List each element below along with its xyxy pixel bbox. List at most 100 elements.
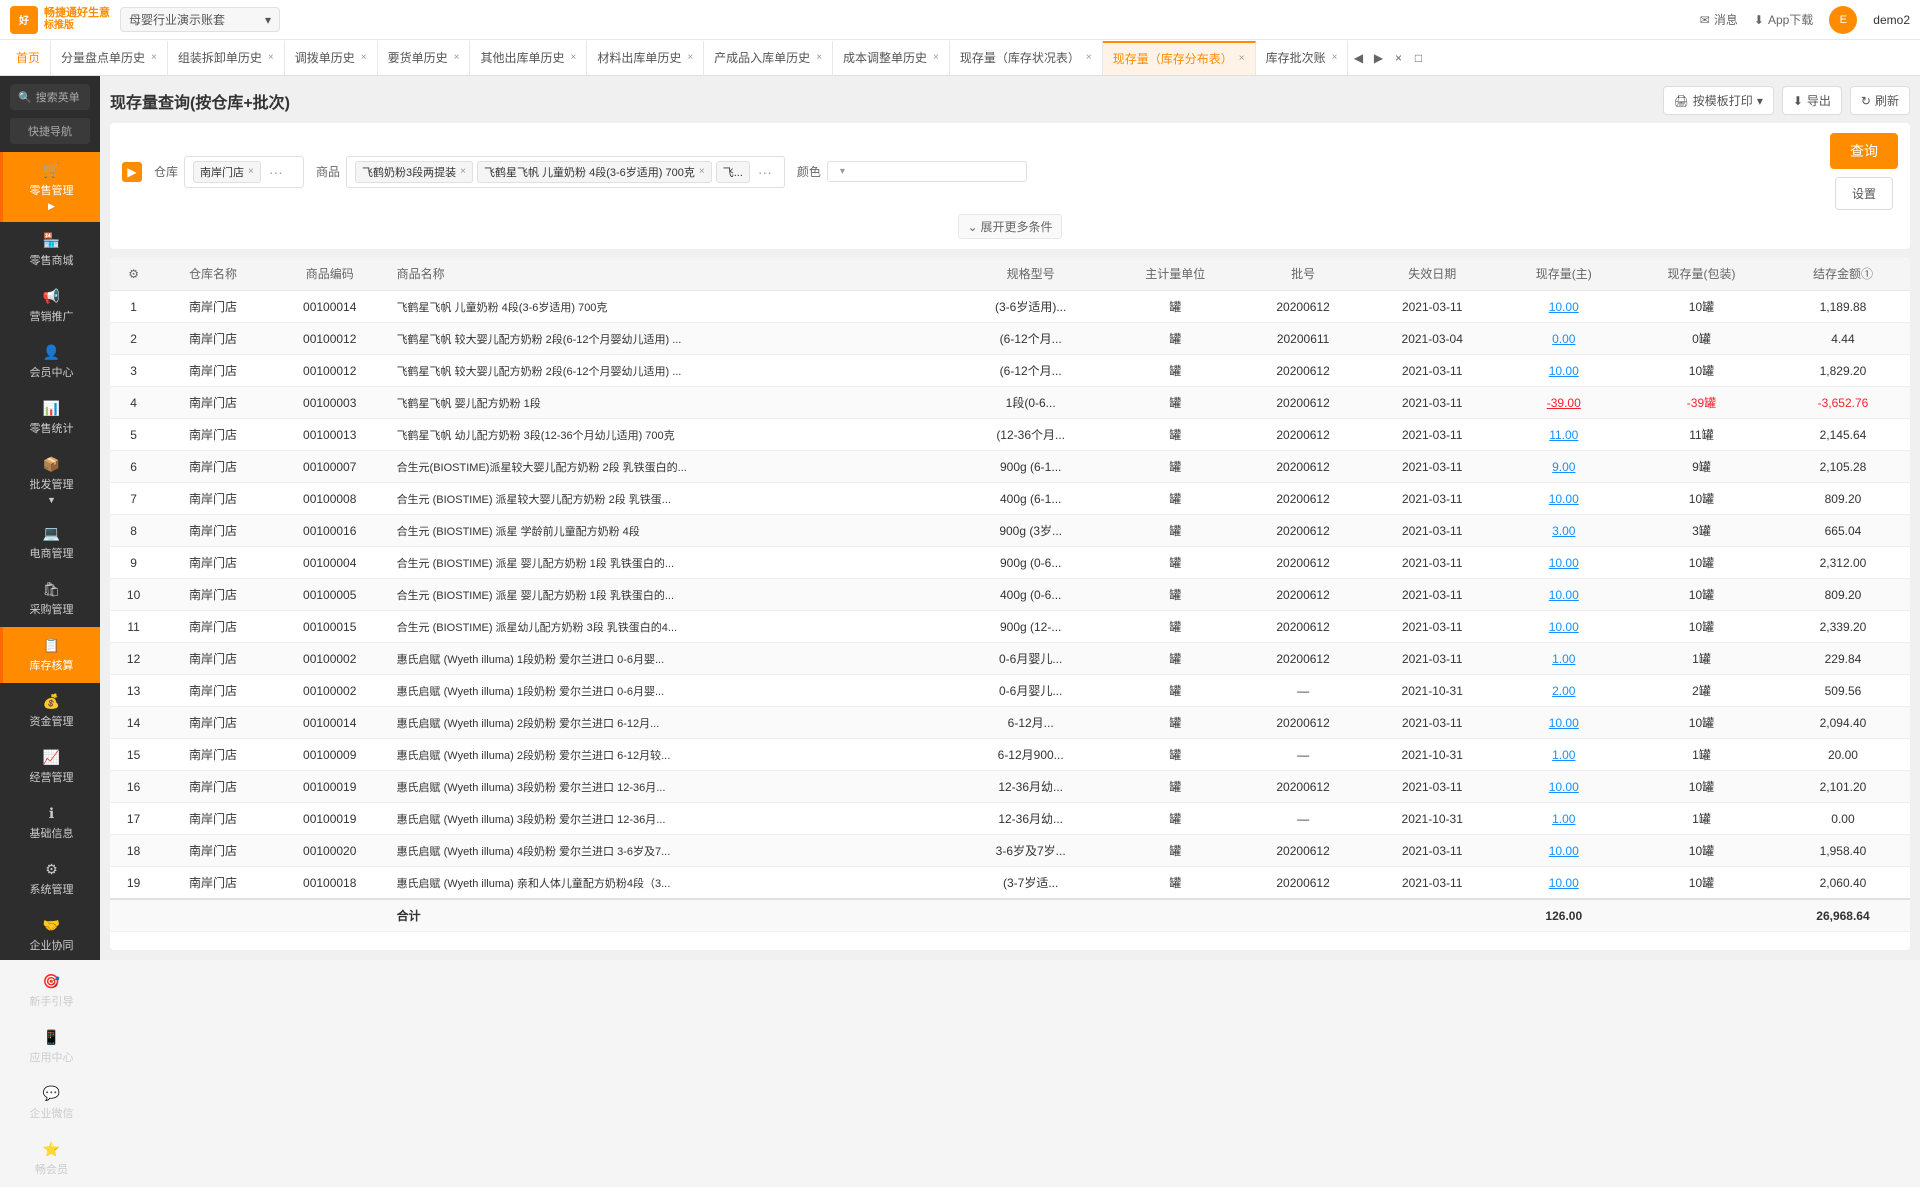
sidebar-item-retail-stats[interactable]: 📊 零售统计 xyxy=(0,390,100,446)
warehouse-tag-close[interactable]: × xyxy=(248,166,254,177)
stock-main-link[interactable]: 10.00 xyxy=(1549,588,1579,602)
sidebar-item-app-center[interactable]: 📱 应用中心 xyxy=(0,1019,100,1075)
stock-main-link[interactable]: 10.00 xyxy=(1549,300,1579,314)
sidebar-item-enterprise-wechat[interactable]: 💬 企业微信 xyxy=(0,1075,100,1131)
tab-close-material-out[interactable]: × xyxy=(687,52,693,63)
tab-close-cost-adjust[interactable]: × xyxy=(933,52,939,63)
sidebar-item-vip[interactable]: ⭐ 畅会员 xyxy=(0,1131,100,1187)
tab-close-dismantle[interactable]: × xyxy=(268,52,274,63)
tab-close-other-out[interactable]: × xyxy=(570,52,576,63)
tab-split-count[interactable]: 分量盘点单历史 × xyxy=(51,41,168,75)
export-button[interactable]: ⬇ 导出 xyxy=(1782,86,1842,115)
sidebar-item-marketing[interactable]: 📢 营销推广 xyxy=(0,278,100,334)
stock-main-link[interactable]: 10.00 xyxy=(1549,716,1579,730)
sidebar-item-basic-info[interactable]: ℹ 基础信息 xyxy=(0,795,100,851)
tab-product-in[interactable]: 产成品入库单历史 × xyxy=(704,41,833,75)
cell-batch: — xyxy=(1242,675,1364,707)
messages-button[interactable]: ✉ 消息 xyxy=(1700,11,1738,28)
product-more-button[interactable]: ··· xyxy=(758,164,772,180)
app-download-button[interactable]: ⬇ App下载 xyxy=(1754,11,1813,28)
stock-main-link[interactable]: 10.00 xyxy=(1549,556,1579,570)
tab-close-requisition[interactable]: × xyxy=(454,52,460,63)
filter-expand-arrow[interactable]: ▶ xyxy=(122,162,142,182)
sidebar-item-retail[interactable]: 🛒 零售管理 ▶ xyxy=(0,152,100,222)
cell-code: 00100012 xyxy=(269,323,391,355)
cell-spec: (12-36个月... xyxy=(953,419,1108,451)
stock-main-link[interactable]: 1.00 xyxy=(1552,812,1575,826)
sidebar-item-system[interactable]: ⚙ 系统管理 xyxy=(0,851,100,907)
org-selector[interactable]: 母婴行业演示账套 ▾ xyxy=(120,7,280,32)
stock-main-link[interactable]: 10.00 xyxy=(1549,492,1579,506)
sidebar-search-button[interactable]: 🔍 搜索英单 xyxy=(10,84,90,110)
stock-main-link[interactable]: 10.00 xyxy=(1549,620,1579,634)
tab-stock-dist[interactable]: 现存量（库存分布表） × xyxy=(1103,41,1256,75)
stock-main-link[interactable]: 11.00 xyxy=(1549,428,1578,442)
sidebar-item-ecommerce[interactable]: 💻 电商管理 xyxy=(0,515,100,571)
tab-close-batch-ledger[interactable]: × xyxy=(1332,52,1338,63)
tab-batch-ledger[interactable]: 库存批次账 × xyxy=(1256,41,1349,75)
expand-more-button[interactable]: ⌄ 展开更多条件 xyxy=(958,214,1061,239)
cell-spec: (3-6岁适用)... xyxy=(953,291,1108,323)
product-tag-1-close[interactable]: × xyxy=(699,166,705,177)
sidebar-item-retail-mall[interactable]: 🏪 零售商城 xyxy=(0,222,100,278)
setting-button[interactable]: 设置 xyxy=(1835,177,1893,210)
stock-main-link[interactable]: 2.00 xyxy=(1552,684,1575,698)
tab-next-button[interactable]: ▶ xyxy=(1368,40,1388,76)
col-settings[interactable]: ⚙ xyxy=(110,257,157,291)
stock-main-link[interactable]: 10.00 xyxy=(1549,876,1579,890)
tab-dismantle[interactable]: 组装拆卸单历史 × xyxy=(168,41,285,75)
template-print-button[interactable]: 🖨 按模板打印 ▾ xyxy=(1663,86,1774,115)
sidebar-item-member[interactable]: 👤 会员中心 xyxy=(0,334,100,390)
query-button[interactable]: 查询 xyxy=(1830,133,1898,169)
refresh-button[interactable]: ↻ 刷新 xyxy=(1850,86,1910,115)
sidebar-item-new-guide[interactable]: 🎯 新手引导 xyxy=(0,963,100,1019)
cell-stock-pkg: 0罐 xyxy=(1627,323,1776,355)
tab-close-all-button[interactable]: × xyxy=(1388,40,1408,76)
stock-main-link[interactable]: 3.00 xyxy=(1552,524,1575,538)
tab-maximize-button[interactable]: □ xyxy=(1408,40,1428,76)
stock-main-link[interactable]: 1.00 xyxy=(1552,652,1575,666)
stock-main-link[interactable]: -39.00 xyxy=(1547,396,1581,410)
cell-balance: 2,339.20 xyxy=(1776,611,1910,643)
color-input[interactable]: ▾ xyxy=(827,161,1027,182)
tab-close-product-in[interactable]: × xyxy=(816,52,822,63)
tab-close-stock-status[interactable]: × xyxy=(1086,52,1092,63)
cell-no: 6 xyxy=(110,451,157,483)
product-input[interactable]: 飞鹤奶粉3段两提装 × 飞鹤星飞帆 儿童奶粉 4段(3-6岁适用) 700克 ×… xyxy=(346,156,785,188)
top-bar: 好 畅捷通好生意 标推版 母婴行业演示账套 ▾ ✉ 消息 ⬇ App下载 E d… xyxy=(0,0,1920,40)
tab-home[interactable]: 首页 xyxy=(6,41,51,75)
tab-close-stock-dist[interactable]: × xyxy=(1239,53,1245,64)
stock-main-link[interactable]: 0.00 xyxy=(1552,332,1575,346)
cell-code: 00100002 xyxy=(269,675,391,707)
product-tag-0: 飞鹤奶粉3段两提装 × xyxy=(355,161,473,183)
table-row: 18 南岸门店 00100020 惠氏启赋 (Wyeth illuma) 4段奶… xyxy=(110,835,1910,867)
tab-stock-status[interactable]: 现存量（库存状况表） × xyxy=(950,41,1103,75)
tab-picking[interactable]: 调拨单历史 × xyxy=(285,41,378,75)
cell-stock-pkg: 9罐 xyxy=(1627,451,1776,483)
tab-cost-adjust[interactable]: 成本调整单历史 × xyxy=(833,41,950,75)
sidebar-nav-button[interactable]: 快捷导航 xyxy=(10,118,90,144)
sidebar-item-inventory[interactable]: 📋 库存核算 xyxy=(0,627,100,683)
tab-requisition[interactable]: 要货单历史 × xyxy=(378,41,471,75)
sidebar-item-finance[interactable]: 💰 资金管理 xyxy=(0,683,100,739)
tab-close-picking[interactable]: × xyxy=(361,52,367,63)
cell-batch: — xyxy=(1242,803,1364,835)
product-tag-0-close[interactable]: × xyxy=(460,166,466,177)
sidebar-item-wholesale[interactable]: 📦 批发管理 ▼ xyxy=(0,446,100,515)
warehouse-more-button[interactable]: ··· xyxy=(269,164,283,180)
tab-material-out[interactable]: 材料出库单历史 × xyxy=(587,41,704,75)
stock-main-link[interactable]: 1.00 xyxy=(1552,748,1575,762)
cell-name: 飞鹤星飞帆 幼儿配方奶粉 3段(12-36个月幼儿适用) 700克 xyxy=(391,419,954,451)
stock-main-link[interactable]: 10.00 xyxy=(1549,844,1579,858)
sidebar-item-purchase[interactable]: 🛍 采购管理 xyxy=(0,571,100,627)
stock-main-link[interactable]: 9.00 xyxy=(1552,460,1575,474)
sidebar-item-operations[interactable]: 📈 经营管理 xyxy=(0,739,100,795)
stock-main-link[interactable]: 10.00 xyxy=(1549,780,1579,794)
tab-prev-button[interactable]: ◀ xyxy=(1348,40,1368,76)
tab-other-out[interactable]: 其他出库单历史 × xyxy=(470,41,587,75)
sidebar-item-enterprise[interactable]: 🤝 企业协同 xyxy=(0,907,100,963)
stock-main-link[interactable]: 10.00 xyxy=(1549,364,1579,378)
enterprise-wechat-icon: 💬 xyxy=(43,1085,60,1102)
warehouse-input[interactable]: 南岸门店 × ··· xyxy=(184,156,304,188)
tab-close-split-count[interactable]: × xyxy=(151,52,157,63)
